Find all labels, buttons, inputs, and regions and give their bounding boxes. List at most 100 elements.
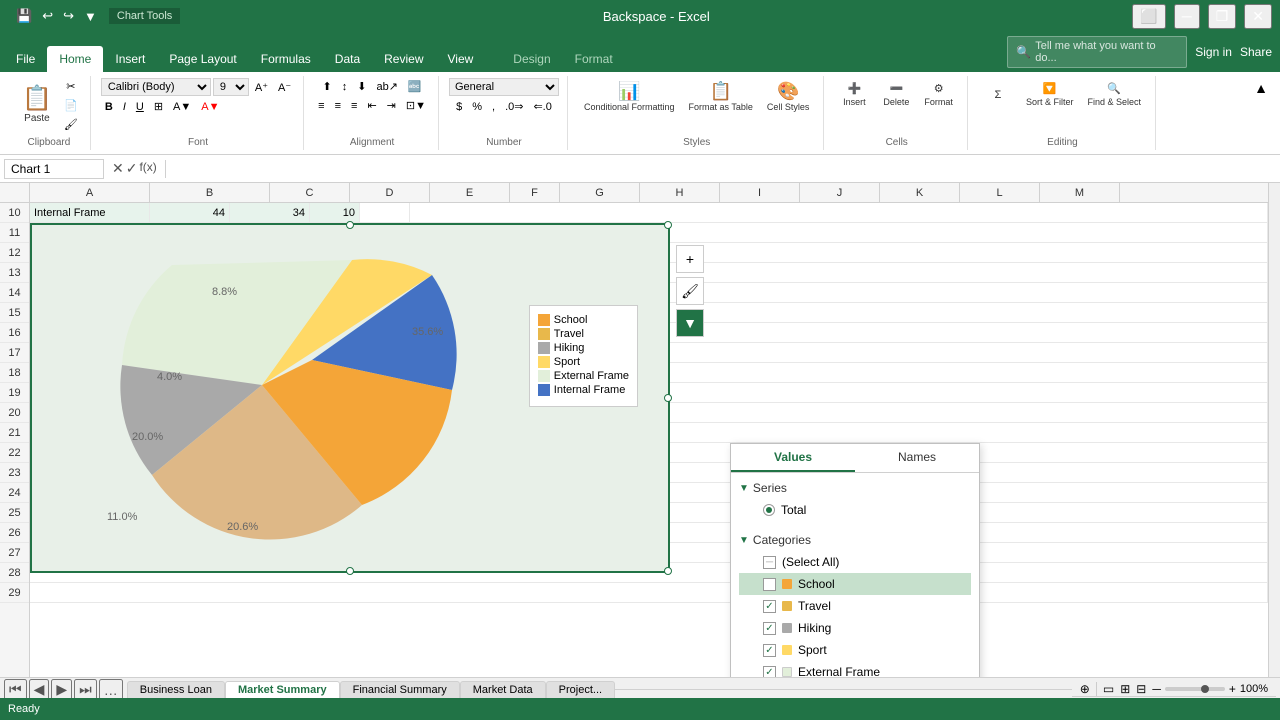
formula-function-icon[interactable]: f(x) — [139, 160, 156, 177]
zoom-out-button[interactable]: ─ — [1152, 682, 1161, 696]
cell-rest-10[interactable] — [410, 203, 1268, 222]
formula-confirm-icon[interactable]: ✓ — [126, 160, 138, 177]
filter-tab-names[interactable]: Names — [855, 444, 979, 472]
percent-button[interactable]: , — [488, 99, 499, 115]
filter-select-all[interactable]: ─ (Select All) — [739, 551, 971, 573]
format-painter-button[interactable]: 🖌 — [60, 116, 82, 133]
hiking-checkbox[interactable]: ✓ — [763, 622, 776, 635]
align-left-button[interactable]: ≡ — [314, 98, 328, 114]
search-box[interactable]: 🔍 Tell me what you want to do... — [1007, 36, 1187, 68]
align-right-button[interactable]: ≡ — [347, 98, 361, 114]
sign-in-button[interactable]: Sign in — [1195, 45, 1232, 59]
filter-series-total[interactable]: Total — [739, 499, 971, 521]
tab-insert[interactable]: Insert — [103, 46, 157, 72]
wrap-text-button[interactable]: 🔤 — [404, 78, 426, 95]
cut-button[interactable]: ✂ — [60, 78, 82, 95]
resize-handle-top[interactable] — [346, 221, 354, 229]
formula-cancel-icon[interactable]: ✕ — [112, 160, 124, 177]
page-break-view-button[interactable]: ⊟ — [1136, 682, 1146, 696]
sheet-tab-financial-summary[interactable]: Financial Summary — [340, 681, 460, 698]
chart-style-button[interactable]: 🖌 — [676, 277, 704, 305]
sheet-nav-first[interactable]: ⏮ — [4, 679, 27, 700]
filter-item-hiking[interactable]: ✓ Hiking — [739, 617, 971, 639]
name-box[interactable] — [4, 159, 104, 179]
font-increase-button[interactable]: A⁺ — [251, 79, 272, 96]
format-cells-button[interactable]: ⚙ Format — [918, 78, 959, 111]
merge-center-button[interactable]: ⊡▼ — [402, 97, 430, 114]
filter-item-travel[interactable]: ✓ Travel — [739, 595, 971, 617]
cell-F10[interactable] — [360, 203, 410, 222]
tab-file[interactable]: File — [4, 46, 47, 72]
align-bottom-button[interactable]: ⬇ — [353, 78, 370, 95]
conditional-formatting-button[interactable]: 📊 Conditional Formatting — [578, 78, 681, 116]
chart-filter-button[interactable]: ▼ — [676, 309, 704, 337]
sport-checkbox[interactable]: ✓ — [763, 644, 776, 657]
sheet-tab-market-summary[interactable]: Market Summary — [225, 681, 340, 699]
sheet-add-button[interactable]: … — [99, 679, 123, 700]
filter-series-header[interactable]: ▼ Series — [739, 477, 971, 499]
font-name-select[interactable]: Calibri (Body) — [101, 78, 211, 96]
chart-area[interactable]: 35.6% 4.0% 20.0% 20.6% 11.0% 8.8% School — [30, 223, 670, 573]
copy-button[interactable]: 📄 — [60, 97, 82, 114]
select-all-checkbox[interactable]: ─ — [763, 556, 776, 569]
cell-B10[interactable]: Internal Frame — [30, 203, 150, 222]
filter-tab-values[interactable]: Values — [731, 444, 855, 472]
right-scrollbar[interactable] — [1268, 183, 1280, 677]
tab-formulas[interactable]: Formulas — [249, 46, 323, 72]
tab-design[interactable]: Design — [501, 46, 562, 72]
tab-page-layout[interactable]: Page Layout — [157, 46, 248, 72]
borders-button[interactable]: ⊞ — [150, 98, 167, 115]
filter-categories-header[interactable]: ▼ Categories — [739, 529, 971, 551]
save-button[interactable]: 💾 — [12, 6, 36, 26]
percent-style-button[interactable]: $ — [452, 99, 466, 115]
sheet-nav-prev[interactable]: ◀ — [29, 679, 50, 700]
sort-filter-button[interactable]: 🔽 Sort & Filter — [1020, 78, 1080, 111]
fill-color-button[interactable]: A▼ — [169, 99, 195, 115]
close-button[interactable]: ✕ — [1244, 4, 1272, 29]
travel-checkbox[interactable]: ✓ — [763, 600, 776, 613]
align-middle-button[interactable]: ↕ — [338, 79, 352, 95]
cell-D10[interactable]: 34 — [230, 203, 310, 222]
external-frame-checkbox[interactable]: ✓ — [763, 666, 776, 678]
tab-format[interactable]: Format — [563, 46, 625, 72]
decrease-indent-button[interactable]: ⇤ — [363, 97, 380, 114]
cell-styles-button[interactable]: 🎨 Cell Styles — [761, 78, 816, 116]
paste-button[interactable]: 📋 Paste — [16, 83, 58, 128]
sheet-nav-next[interactable]: ▶ — [51, 679, 72, 700]
sheet-nav-last[interactable]: ⏭ — [74, 679, 97, 700]
page-layout-view-button[interactable]: ⊞ — [1120, 682, 1130, 696]
tab-home[interactable]: Home — [47, 46, 103, 72]
underline-button[interactable]: U — [132, 99, 148, 115]
font-size-select[interactable]: 9 — [213, 78, 249, 96]
sum-button[interactable]: Σ — [978, 85, 1018, 105]
undo-arrow[interactable]: ↪ — [59, 6, 78, 26]
filter-item-school[interactable]: School — [739, 573, 971, 595]
filter-item-sport[interactable]: ✓ Sport — [739, 639, 971, 661]
zoom-slider[interactable] — [1165, 687, 1225, 691]
find-select-button[interactable]: 🔍 Find & Select — [1081, 78, 1147, 111]
collapse-ribbon-button[interactable]: ▲ — [1254, 80, 1268, 96]
resize-handle-right[interactable] — [664, 394, 672, 402]
cell-E10[interactable]: 10 — [310, 203, 360, 222]
cell-29[interactable] — [30, 583, 1268, 602]
add-sheet-button[interactable]: ⊕ — [1080, 682, 1090, 696]
series-radio-total[interactable] — [763, 504, 775, 516]
chart-add-element-button[interactable]: + — [676, 245, 704, 273]
sheet-tab-project[interactable]: Project... — [546, 681, 615, 698]
school-checkbox[interactable] — [763, 578, 776, 591]
resize-handle-bottom[interactable] — [346, 567, 354, 575]
cell-C10[interactable]: 44 — [150, 203, 230, 222]
resize-handle-top-right[interactable] — [664, 221, 672, 229]
increase-indent-button[interactable]: ⇥ — [383, 97, 400, 114]
zoom-in-button[interactable]: + — [1229, 682, 1236, 696]
tab-view[interactable]: View — [436, 46, 486, 72]
font-color-button[interactable]: A▼ — [197, 99, 223, 115]
minimize-button[interactable]: ─ — [1174, 4, 1200, 29]
align-top-button[interactable]: ⬆ — [319, 78, 336, 95]
normal-view-button[interactable]: ▭ — [1103, 682, 1114, 696]
share-button[interactable]: Share — [1240, 45, 1272, 59]
orientation-button[interactable]: ab↗ — [372, 78, 401, 95]
align-center-button[interactable]: ≡ — [331, 98, 345, 114]
formula-input[interactable] — [170, 162, 1276, 176]
customize-qa-button[interactable]: ▼ — [80, 7, 101, 26]
